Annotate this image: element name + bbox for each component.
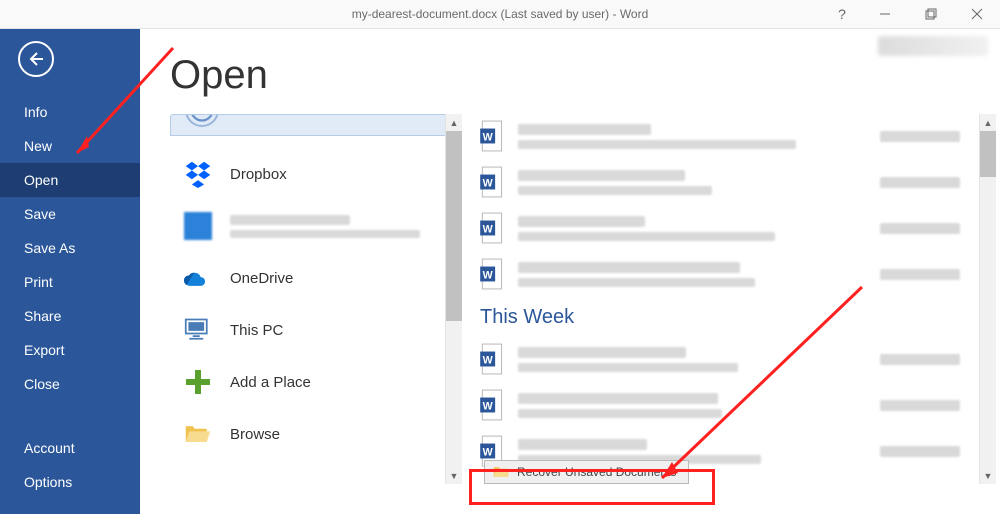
place-onedrive[interactable]: OneDrive [170,252,460,304]
svg-text:W: W [483,177,494,189]
nav-export[interactable]: Export [0,333,140,367]
place-recent[interactable]: Recent [170,114,460,136]
place-label: OneDrive [230,270,293,287]
close-button[interactable] [954,0,1000,28]
scroll-down-icon[interactable]: ▼ [446,467,462,484]
open-panel: Open Recent Dropbox [140,29,1000,514]
folder-icon [493,465,509,479]
recent-file-list: W W W W This Week W W W Recover Unsaved Documen… [480,114,1000,484]
nav-close[interactable]: Close [0,367,140,401]
account-icon [184,212,212,240]
place-label: This PC [230,322,283,339]
file-row[interactable]: W [480,337,1000,383]
title-bar: my-dearest-document.docx (Last saved by … [0,0,1000,29]
place-add-a-place[interactable]: Add a Place [170,356,460,408]
nav-share[interactable]: Share [0,299,140,333]
nav-save[interactable]: Save [0,197,140,231]
scroll-thumb[interactable] [980,131,996,177]
scroll-up-icon[interactable]: ▲ [446,114,462,131]
nav-new[interactable]: New [0,129,140,163]
word-doc-icon: W [480,166,506,198]
filelist-scrollbar[interactable]: ▲ ▼ [979,114,996,484]
place-label: Add a Place [230,374,311,391]
nav-open[interactable]: Open [0,163,140,197]
place-this-pc[interactable]: This PC [170,304,460,356]
scroll-up-icon[interactable]: ▲ [980,114,996,131]
word-doc-icon: W [480,258,506,290]
places-scrollbar[interactable]: ▲ ▼ [445,114,462,484]
svg-text:W: W [483,269,494,281]
page-title: Open [170,53,1000,98]
file-row[interactable]: W [480,114,1000,160]
nav-info[interactable]: Info [0,95,140,129]
svg-text:W: W [483,400,494,412]
file-row[interactable]: W [480,383,1000,429]
svg-text:W: W [483,131,494,143]
nav-account[interactable]: Account [0,431,140,465]
minimize-button[interactable] [862,0,908,28]
back-button[interactable] [18,41,54,77]
places-list: Recent Dropbox [170,114,460,484]
recover-label: Recover Unsaved Documents [517,465,676,479]
place-dropbox[interactable]: Dropbox [170,148,460,200]
file-row[interactable]: W [480,206,1000,252]
svg-text:W: W [483,446,494,458]
place-label: Dropbox [230,166,287,183]
svg-text:W: W [483,223,494,235]
word-doc-icon: W [480,212,506,244]
scroll-down-icon[interactable]: ▼ [980,467,996,484]
this-pc-icon [184,316,212,344]
recover-unsaved-button[interactable]: Recover Unsaved Documents [484,460,689,484]
folder-open-icon [184,420,212,448]
plus-icon [184,368,212,396]
place-account-blurred[interactable] [170,200,460,252]
word-doc-icon: W [480,120,506,152]
backstage-nav: Info New Open Save Save As Print Share E… [0,29,140,514]
nav-print[interactable]: Print [0,265,140,299]
place-browse[interactable]: Browse [170,408,460,460]
nav-save-as[interactable]: Save As [0,231,140,265]
clock-icon [188,114,216,124]
word-doc-icon: W [480,389,506,421]
file-row[interactable]: W [480,160,1000,206]
word-doc-icon: W [480,343,506,375]
dropbox-icon [184,160,212,188]
window-buttons: ? [822,0,1000,28]
nav-options[interactable]: Options [0,465,140,499]
svg-text:W: W [483,354,494,366]
scroll-thumb[interactable] [446,131,462,321]
restore-button[interactable] [908,0,954,28]
onedrive-icon [184,264,212,292]
file-row[interactable]: W [480,252,1000,298]
place-label: Browse [230,426,280,443]
help-button[interactable]: ? [822,0,862,28]
section-heading: This Week [480,306,1000,329]
